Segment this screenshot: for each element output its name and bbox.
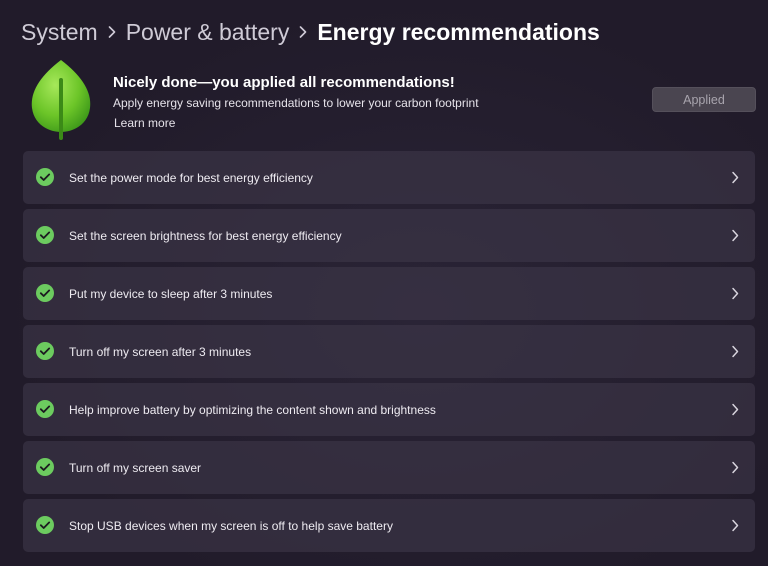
applied-button[interactable]: Applied bbox=[652, 87, 756, 112]
recommendation-label: Stop USB devices when my screen is off t… bbox=[69, 518, 393, 533]
recommendation-label: Turn off my screen after 3 minutes bbox=[69, 344, 252, 359]
recommendation-item[interactable]: Set the screen brightness for best energ… bbox=[23, 209, 755, 262]
chevron-right-icon bbox=[732, 171, 739, 184]
chevron-right-icon bbox=[732, 287, 739, 300]
recommendation-label: Help improve battery by optimizing the c… bbox=[69, 402, 436, 417]
recommendation-label: Turn off my screen saver bbox=[69, 460, 202, 475]
recommendation-item[interactable]: Turn off my screen after 3 minutes bbox=[23, 325, 755, 378]
breadcrumb: System Power & battery Energy recommenda… bbox=[21, 17, 600, 47]
recommendation-item[interactable]: Turn off my screen saver bbox=[23, 441, 755, 494]
checkmark-icon bbox=[36, 458, 54, 476]
checkmark-icon bbox=[36, 226, 54, 244]
recommendation-item[interactable]: Put my device to sleep after 3 minutes bbox=[23, 267, 755, 320]
checkmark-icon bbox=[36, 168, 54, 186]
checkmark-icon bbox=[36, 342, 54, 360]
chevron-right-icon bbox=[289, 23, 317, 41]
breadcrumb-system[interactable]: System bbox=[21, 19, 98, 46]
recommendation-item[interactable]: Set the power mode for best energy effic… bbox=[23, 151, 755, 204]
recommendation-list: Set the power mode for best energy effic… bbox=[23, 151, 755, 557]
chevron-right-icon bbox=[732, 461, 739, 474]
page-title: Energy recommendations bbox=[317, 18, 600, 45]
breadcrumb-power-battery[interactable]: Power & battery bbox=[126, 19, 290, 46]
recommendation-item[interactable]: Stop USB devices when my screen is off t… bbox=[23, 499, 755, 552]
recommendation-label: Set the screen brightness for best energ… bbox=[69, 228, 342, 243]
chevron-right-icon bbox=[98, 23, 126, 41]
chevron-right-icon bbox=[732, 345, 739, 358]
chevron-right-icon bbox=[732, 519, 739, 532]
checkmark-icon bbox=[36, 284, 54, 302]
hero-title: Nicely done—you applied all recommendati… bbox=[113, 74, 455, 91]
checkmark-icon bbox=[36, 400, 54, 418]
recommendation-item[interactable]: Help improve battery by optimizing the c… bbox=[23, 383, 755, 436]
leaf-icon bbox=[28, 58, 94, 140]
chevron-right-icon bbox=[732, 229, 739, 242]
recommendation-label: Put my device to sleep after 3 minutes bbox=[69, 286, 273, 301]
recommendation-label: Set the power mode for best energy effic… bbox=[69, 170, 313, 185]
hero-subtitle: Apply energy saving recommendations to l… bbox=[113, 96, 479, 110]
checkmark-icon bbox=[36, 516, 54, 534]
learn-more-link[interactable]: Learn more bbox=[114, 116, 175, 130]
recommendations-summary: Nicely done—you applied all recommendati… bbox=[0, 58, 768, 142]
chevron-right-icon bbox=[732, 403, 739, 416]
